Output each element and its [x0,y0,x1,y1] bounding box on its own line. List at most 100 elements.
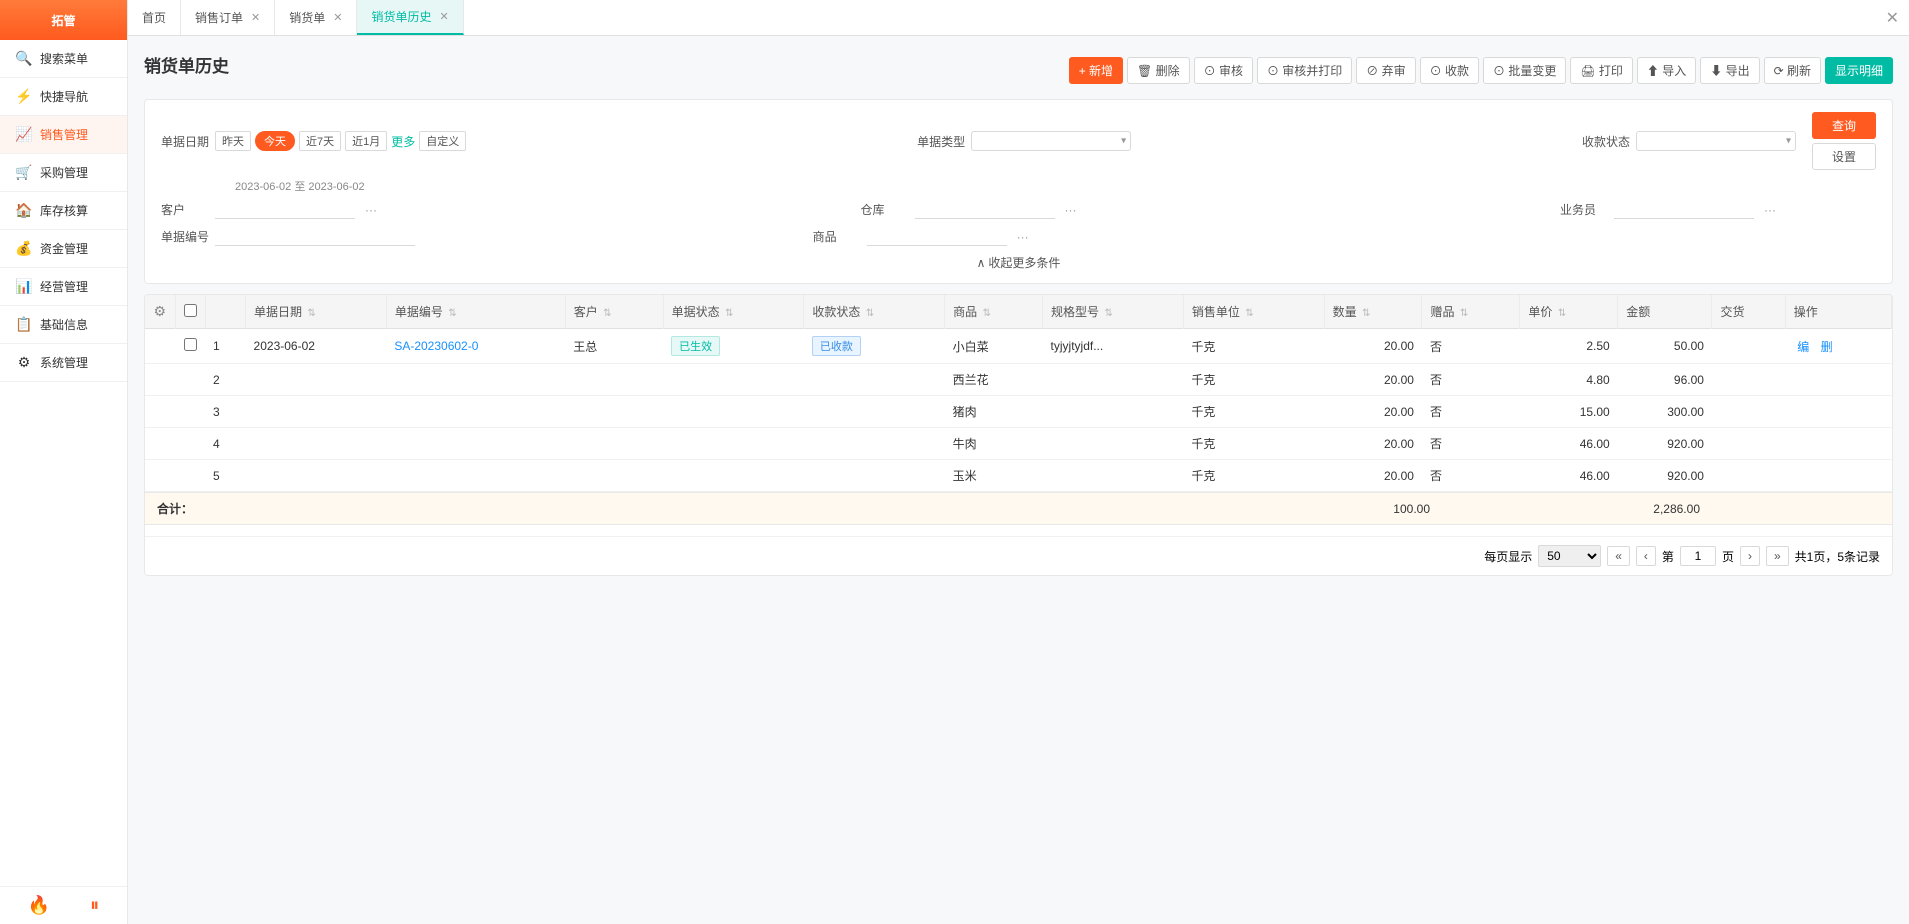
td-deal [1712,460,1785,492]
sidebar-item-ops[interactable]: 📊 经营管理 [0,268,127,306]
sort-goods-icon[interactable]: ⇅ [983,308,991,319]
sidebar-header[interactable]: 拓管 [0,0,127,40]
sidebar-item-finance[interactable]: 💰 资金管理 [0,230,127,268]
doc-type-select[interactable] [971,131,1131,151]
show-detail-btn[interactable]: 显示明细 [1825,57,1893,84]
first-page-btn[interactable]: « [1607,546,1630,566]
warehouse-label: 仓库 [861,201,909,218]
sort-unit-icon[interactable]: ⇅ [1245,308,1253,319]
delete-btn[interactable]: 🗑 删除 [1127,57,1190,84]
table-header-row: ⚙ 单据日期 ⇅ 单据编号 ⇅ 客户 ⇅ [145,295,1892,329]
next-page-btn[interactable]: › [1740,546,1760,566]
per-page-select[interactable]: 50 10 20 100 [1538,545,1601,567]
row-checkbox[interactable] [184,338,197,351]
th-price: 单价 ⇅ [1520,295,1618,329]
scroll-bar[interactable] [145,524,1892,536]
date-btn-7days[interactable]: 近7天 [299,131,341,151]
tab-sales-history-label: 销货单历史 [371,8,431,25]
tab-sales-order[interactable]: 销售订单 ✕ [181,0,275,35]
sidebar-fire-btn[interactable]: 🔥 [28,895,50,916]
th-doc-status: 单据状态 ⇅ [663,295,804,329]
tab-sales-delivery-close[interactable]: ✕ [333,11,342,24]
last-page-btn[interactable]: » [1766,546,1789,566]
tab-home[interactable]: 首页 [128,0,181,35]
date-btn-more[interactable]: 更多 [391,133,415,150]
table-row: 5 玉米 千克 20.00 否 46.00 920.00 [145,460,1892,492]
tab-sales-delivery[interactable]: 销货单 ✕ [275,0,357,35]
sort-price-icon[interactable]: ⇅ [1558,308,1566,319]
filter-payment-status: 收款状态 [1582,131,1796,151]
ops-icon: 📊 [16,279,32,295]
total-qty: 100.00 [1380,502,1460,516]
sort-customer-icon[interactable]: ⇅ [603,308,611,319]
customer-ellipsis[interactable]: ··· [361,203,381,217]
sidebar-item-basic-info[interactable]: 📋 基础信息 [0,306,127,344]
sort-gift-icon[interactable]: ⇅ [1460,308,1468,319]
page-number-input[interactable] [1680,546,1716,566]
date-btn-today[interactable]: 今天 [255,131,295,151]
collect-btn[interactable]: ⊙ 收款 [1420,57,1479,84]
td-check [175,396,205,428]
goods-input[interactable] [867,227,1007,246]
td-deal [1712,329,1785,364]
tab-sales-history[interactable]: 销货单历史 ✕ [357,0,463,35]
batch-change-btn[interactable]: ⊙ 批量变更 [1483,57,1566,84]
sort-qty-icon[interactable]: ⇅ [1362,308,1370,319]
sidebar-item-inventory[interactable]: 🏠 库存核算 [0,192,127,230]
action-btn[interactable]: 删 [1817,337,1837,356]
tab-sales-history-close[interactable]: ✕ [440,10,449,23]
date-btn-1month[interactable]: 近1月 [345,131,387,151]
sort-doc-status-icon[interactable]: ⇅ [725,308,733,319]
set-btn[interactable]: 设置 [1812,143,1876,170]
settings-icon[interactable]: ⚙ [153,303,166,319]
close-all-tabs-btn[interactable]: ✕ [1876,8,1909,28]
doc-no-input[interactable] [215,227,415,246]
td-spec [1043,460,1184,492]
th-unit: 销售单位 ⇅ [1183,295,1324,329]
sort-spec-icon[interactable]: ⇅ [1104,308,1112,319]
collapse-btn[interactable]: ∧ 收起更多条件 [977,254,1061,271]
review-print-btn[interactable]: ⊙ 审核并打印 [1257,57,1352,84]
export-btn[interactable]: ⬇ 导出 [1700,57,1759,84]
refresh-btn[interactable]: ⟳ 刷新 [1764,57,1821,84]
sort-date-icon[interactable]: ⇅ [307,308,315,319]
sidebar-item-sys-mgmt[interactable]: ⚙ 系统管理 [0,344,127,382]
sidebar-item-quick-nav[interactable]: ⚡ 快捷导航 [0,78,127,116]
staff-ellipsis[interactable]: ··· [1760,203,1780,217]
sort-doc-no-icon[interactable]: ⇅ [448,308,456,319]
td-unit: 千克 [1183,364,1324,396]
doc-no-link[interactable]: SA-20230602-0 [394,339,478,353]
new-btn[interactable]: + 新增 [1069,57,1123,84]
payment-status-select[interactable] [1636,131,1796,151]
td-index: 3 [205,396,246,428]
select-all-checkbox[interactable] [184,304,197,317]
action-btn[interactable]: 编 [1793,337,1813,356]
date-btn-custom[interactable]: 自定义 [419,131,466,151]
doc-no-label: 单据编号 [161,228,209,245]
print-btn[interactable]: 🖨 打印 [1570,57,1633,84]
warehouse-input[interactable] [915,200,1055,219]
sidebar-item-purchase-mgmt[interactable]: 🛒 采购管理 [0,154,127,192]
filter-row-date-range: 2023-06-02 至 2023-06-02 [161,178,1876,194]
sidebar-search-label: 搜索菜单 [40,50,88,67]
th-settings[interactable]: ⚙ [145,295,175,329]
import-btn[interactable]: ⬆ 导入 [1637,57,1696,84]
tab-sales-order-close[interactable]: ✕ [251,11,260,24]
sidebar-search[interactable]: 🔍 搜索菜单 [0,40,127,78]
sidebar-item-sales-mgmt[interactable]: 📈 销售管理 [0,116,127,154]
th-check [175,295,205,329]
date-btn-yesterday[interactable]: 昨天 [215,131,251,151]
abandon-btn[interactable]: ⊘ 弃审 [1356,57,1415,84]
tab-sales-order-label: 销售订单 [195,9,243,26]
sidebar-item-label: 采购管理 [40,164,88,181]
customer-input[interactable] [215,200,355,219]
sidebar-pause-btn[interactable]: ⏸ [90,895,99,916]
collapse-row: ∧ 收起更多条件 [161,254,1876,271]
sort-payment-status-icon[interactable]: ⇅ [866,308,874,319]
goods-ellipsis[interactable]: ··· [1013,230,1033,244]
query-btn[interactable]: 查询 [1812,112,1876,139]
review-btn[interactable]: ⊙ 审核 [1194,57,1253,84]
warehouse-ellipsis[interactable]: ··· [1061,203,1081,217]
prev-page-btn[interactable]: ‹ [1636,546,1656,566]
staff-input[interactable] [1614,200,1754,219]
